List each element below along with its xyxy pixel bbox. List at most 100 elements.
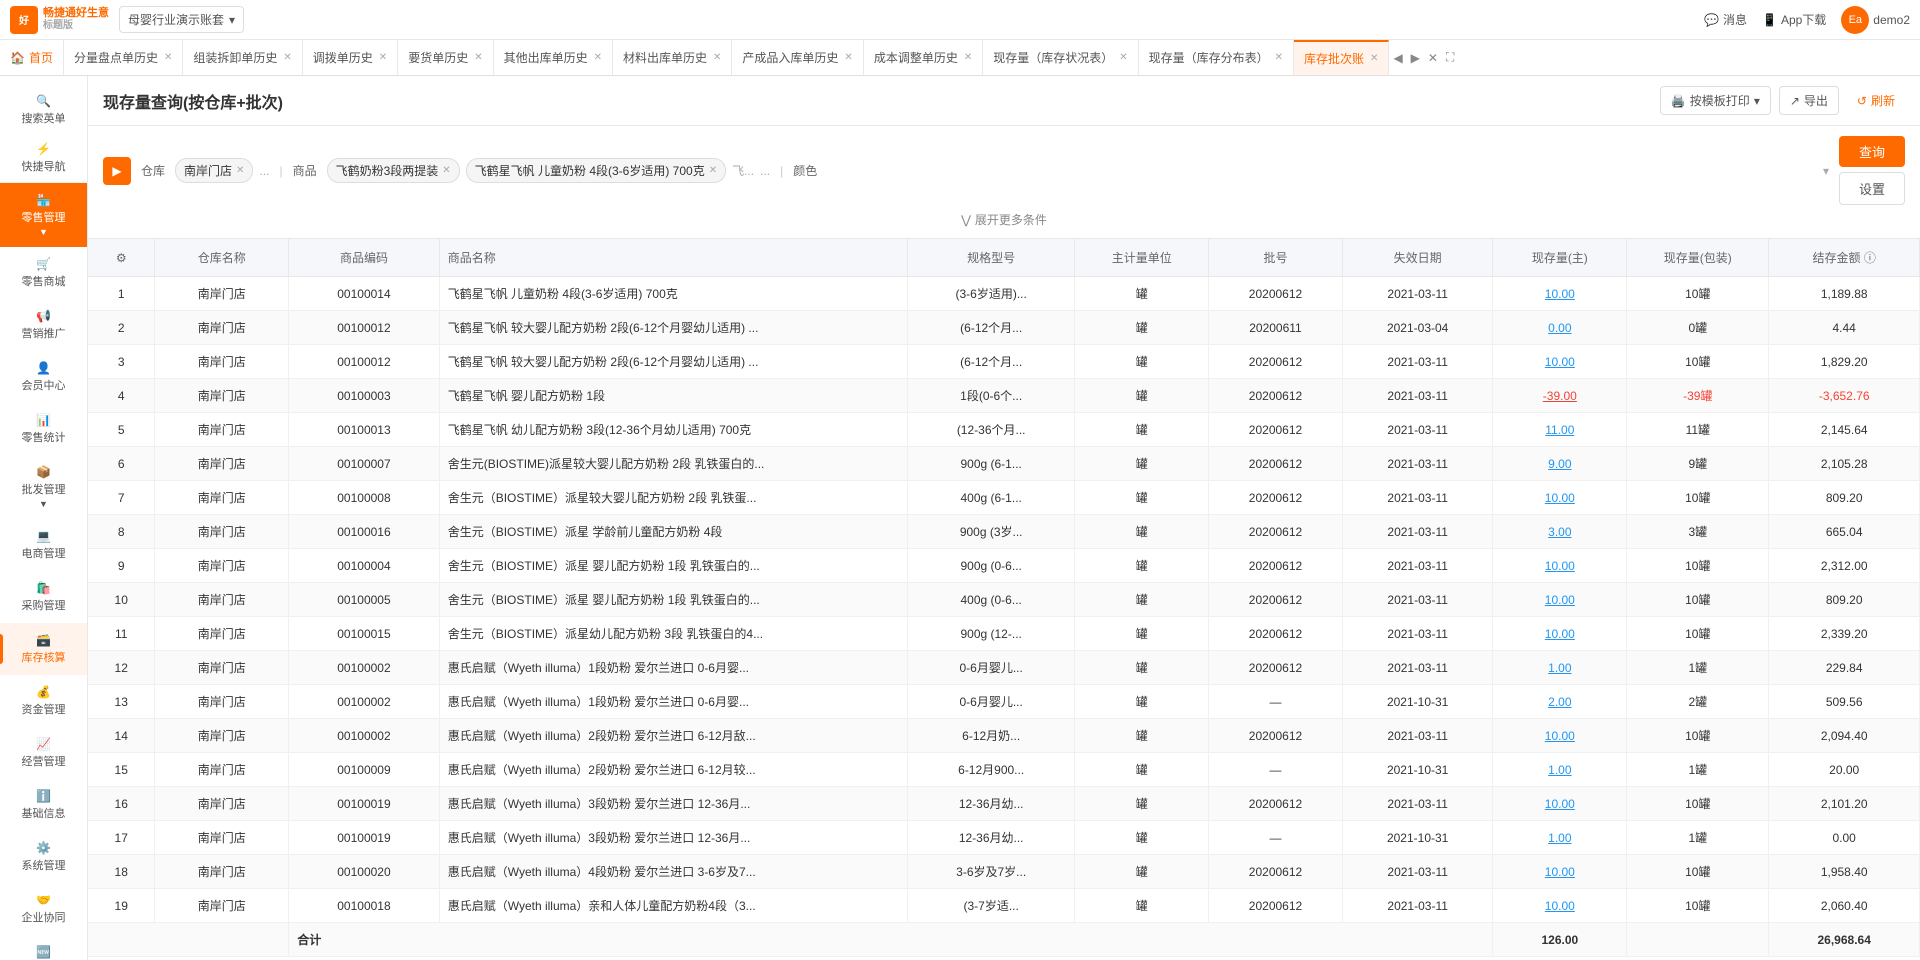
tab-close-icon[interactable]: ✕ — [474, 52, 482, 63]
cell-pkg: 1罐 — [1627, 651, 1769, 685]
setting-button[interactable]: 设置 — [1839, 172, 1905, 205]
tab-close-icon[interactable]: ✕ — [1275, 52, 1283, 63]
app-download-action[interactable]: 📱 App下载 — [1762, 11, 1826, 28]
sidebar-search[interactable]: 🔍 搜索英单 — [0, 86, 87, 134]
settings-icon[interactable]: ⚙ — [116, 251, 127, 265]
tab-close-icon[interactable]: ✕ — [1370, 53, 1378, 64]
goods-tag-1[interactable]: 飞鹤奶粉3段两提装 ✕ — [327, 158, 460, 183]
tab-close-icon[interactable]: ✕ — [379, 52, 387, 63]
cell-qty[interactable]: 10.00 — [1493, 345, 1627, 379]
tab-cai-liao[interactable]: 材料出库单历史 ✕ — [613, 40, 732, 76]
tab-cheng-ben[interactable]: 成本调整单历史 ✕ — [864, 40, 983, 76]
tab-close-icon[interactable]: ✕ — [594, 52, 602, 63]
goods-tag-2-close[interactable]: ✕ — [709, 165, 717, 176]
filter-area: ▶ 仓库 南岸门店 ✕ ... | 商品 飞鹤奶粉3段两提装 ✕ — [88, 126, 1920, 239]
cell-qty[interactable]: 11.00 — [1493, 413, 1627, 447]
tab-nav-next[interactable]: ▶ — [1407, 51, 1424, 65]
quick-nav[interactable]: ⚡ 快捷导航 — [0, 134, 87, 183]
tab-zu-chai[interactable]: 组装拆卸单历史 ✕ — [183, 40, 302, 76]
cell-balance: 809.20 — [1769, 583, 1920, 617]
table-row: 3 南岸门店 00100012 飞鹤星飞帆 较大婴儿配方奶粉 2段(6-12个月… — [88, 345, 1920, 379]
cell-qty[interactable]: 10.00 — [1493, 617, 1627, 651]
sidebar-item-member[interactable]: 👤 会员中心 — [0, 351, 87, 403]
cell-qty[interactable]: 3.00 — [1493, 515, 1627, 549]
query-button[interactable]: 查询 — [1839, 136, 1905, 167]
tab-maximize[interactable]: ⛶ — [1442, 50, 1458, 65]
top-bar-left: 好 畅捷通好生意 标题版 母婴行业演示账套 ▾ — [10, 6, 244, 34]
cell-code: 00100003 — [289, 379, 440, 413]
cell-qty[interactable]: 10.00 — [1493, 855, 1627, 889]
cell-qty[interactable]: 10.00 — [1493, 787, 1627, 821]
tab-xian-cun1[interactable]: 现存量（库存状况表） ✕ — [983, 40, 1138, 76]
th-settings[interactable]: ⚙ — [88, 239, 155, 277]
tab-close-icon[interactable]: ✕ — [1119, 52, 1127, 63]
tab-close-icon[interactable]: ✕ — [713, 52, 721, 63]
sidebar-item-retail-stats[interactable]: 📊 零售统计 — [0, 403, 87, 455]
goods-more[interactable]: 飞... — [732, 162, 754, 179]
tab-home[interactable]: 🏠 首页 — [0, 40, 64, 76]
tab-tiao-bo[interactable]: 调拨单历史 ✕ — [303, 40, 398, 76]
cell-pkg: 10罐 — [1627, 719, 1769, 753]
tab-qi-ta[interactable]: 其他出库单历史 ✕ — [494, 40, 613, 76]
tab-close-icon[interactable]: ✕ — [283, 52, 291, 63]
cell-qty[interactable]: 10.00 — [1493, 277, 1627, 311]
tab-fen-pan[interactable]: 分量盘点单历史 ✕ — [64, 40, 183, 76]
cell-qty[interactable]: 1.00 — [1493, 821, 1627, 855]
template-print-button[interactable]: 🖨️ 按模板打印 ▾ — [1660, 86, 1771, 115]
cell-qty[interactable]: 10.00 — [1493, 549, 1627, 583]
tab-chan-pin[interactable]: 产成品入库单历史 ✕ — [732, 40, 863, 76]
sidebar-item-retail-mall[interactable]: 🛒 零售商城 — [0, 247, 87, 299]
message-action[interactable]: 💬 消息 — [1704, 11, 1747, 28]
sidebar-item-inventory[interactable]: 🗃️ 库存核算 — [0, 623, 87, 675]
account-selector[interactable]: 母婴行业演示账套 ▾ — [119, 6, 244, 33]
cell-qty[interactable]: 0.00 — [1493, 311, 1627, 345]
sidebar-item-basic[interactable]: ℹ️ 基础信息 — [0, 779, 87, 831]
goods-tag-1-close[interactable]: ✕ — [442, 165, 450, 176]
sidebar-item-retail-mgmt[interactable]: 🏪 零售管理 ▼ — [0, 183, 87, 247]
cell-qty[interactable]: 1.00 — [1493, 753, 1627, 787]
cell-qty[interactable]: 10.00 — [1493, 719, 1627, 753]
expand-more-conditions[interactable]: ⋁ 展开更多条件 — [103, 205, 1905, 228]
cell-qty[interactable]: -39.00 — [1493, 379, 1627, 413]
cell-batch: 20200612 — [1209, 651, 1343, 685]
cell-warehouse: 南岸门店 — [155, 277, 289, 311]
table-container: ⚙ 仓库名称 商品编码 商品名称 规格型号 主计量单位 批号 失效日期 现存量(… — [88, 239, 1920, 960]
warehouse-tag-close[interactable]: ✕ — [236, 165, 244, 176]
tab-close-icon[interactable]: ✕ — [964, 52, 972, 63]
sidebar-item-operation[interactable]: 📈 经营管理 — [0, 727, 87, 779]
sidebar-item-finance[interactable]: 💰 资金管理 — [0, 675, 87, 727]
warehouse-more[interactable]: ... — [259, 164, 269, 178]
user-profile[interactable]: Ea demo2 — [1841, 6, 1910, 34]
cell-qty[interactable]: 10.00 — [1493, 889, 1627, 923]
cell-batch: — — [1209, 685, 1343, 719]
sidebar-item-wholesale[interactable]: 📦 批发管理 ▼ — [0, 455, 87, 519]
tab-pi-ci[interactable]: 库存批次账 ✕ — [1294, 40, 1389, 76]
goods-more2[interactable]: ... — [760, 164, 770, 178]
refresh-button[interactable]: ↺ 刷新 — [1847, 87, 1905, 114]
tab-close-icon[interactable]: ✕ — [164, 52, 172, 63]
cell-qty[interactable]: 9.00 — [1493, 447, 1627, 481]
tab-nav-prev[interactable]: ◀ — [1389, 51, 1406, 65]
member-label: 会员中心 — [22, 377, 66, 393]
cell-unit: 罐 — [1075, 413, 1209, 447]
cell-qty[interactable]: 10.00 — [1493, 481, 1627, 515]
sidebar-item-system[interactable]: ⚙️ 系统管理 — [0, 831, 87, 883]
sidebar-item-ecommerce[interactable]: 💻 电商管理 — [0, 519, 87, 571]
sidebar-item-purchase[interactable]: 🛍️ 采购管理 — [0, 571, 87, 623]
filter-expand-button[interactable]: ▶ — [103, 157, 131, 185]
sidebar-item-guide[interactable]: 🆕 新手引导 — [0, 935, 87, 960]
export-icon: ↗ — [1790, 94, 1800, 108]
cell-qty[interactable]: 2.00 — [1493, 685, 1627, 719]
cell-qty[interactable]: 10.00 — [1493, 583, 1627, 617]
tab-yao-huo[interactable]: 要货单历史 ✕ — [398, 40, 493, 76]
tab-close-icon[interactable]: ✕ — [844, 52, 852, 63]
warehouse-tag[interactable]: 南岸门店 ✕ — [175, 158, 253, 183]
tab-close-all[interactable]: ✕ — [1424, 51, 1442, 65]
tab-xian-cun2[interactable]: 现存量（库存分布表） ✕ — [1139, 40, 1294, 76]
goods-tag-2[interactable]: 飞鹤星飞帆 儿童奶粉 4段(3-6岁适用) 700克 ✕ — [466, 158, 726, 183]
color-dropdown-icon[interactable]: ▾ — [1823, 164, 1829, 178]
export-button[interactable]: ↗ 导出 — [1779, 86, 1839, 115]
sidebar-item-marketing[interactable]: 📢 营销推广 — [0, 299, 87, 351]
sidebar-item-enterprise[interactable]: 🤝 企业协同 — [0, 883, 87, 935]
cell-qty[interactable]: 1.00 — [1493, 651, 1627, 685]
